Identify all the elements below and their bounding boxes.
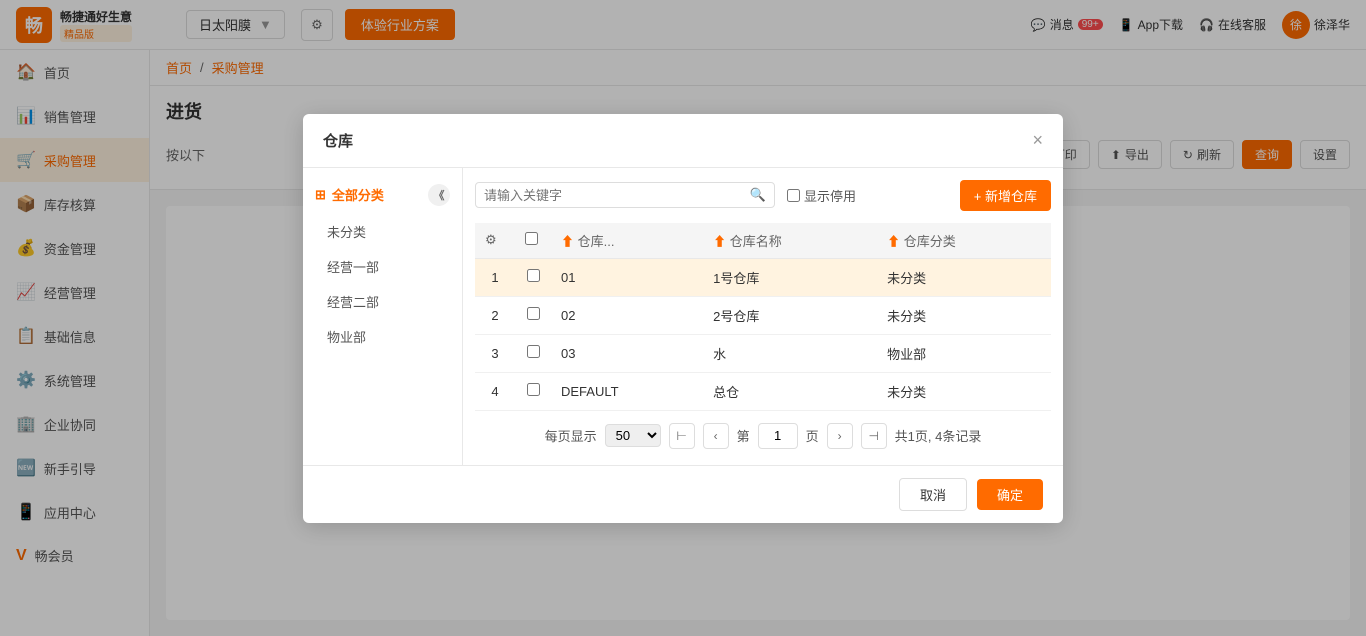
total-info: 共1页, 4条记录 <box>895 426 982 445</box>
row-code: 03 <box>551 334 703 372</box>
col-check-header <box>515 223 551 259</box>
row-index: 3 <box>475 334 515 372</box>
row-name: 水 <box>703 334 877 372</box>
collapse-icon: 《 <box>434 187 445 203</box>
collapse-button[interactable]: 《 <box>428 184 450 206</box>
table-body: 1 01 1号仓库 未分类 2 02 2号仓库 <box>475 258 1051 410</box>
show-disabled-label[interactable]: 显示停用 <box>787 186 856 205</box>
table-head: ⚙ ⬆ 仓库... ⬆ <box>475 223 1051 259</box>
warehouse-table: ⚙ ⬆ 仓库... ⬆ <box>475 223 1051 411</box>
modal-footer: 取消 确定 <box>303 465 1063 523</box>
prev-page-button[interactable]: ‹ <box>703 423 729 449</box>
table-row[interactable]: 1 01 1号仓库 未分类 <box>475 258 1051 296</box>
confirm-button[interactable]: 确定 <box>977 479 1043 510</box>
search-icon[interactable]: 🔍 <box>750 187 766 203</box>
row-check[interactable] <box>515 372 551 410</box>
table-panel: 🔍 显示停用 + 新增仓库 ⚙ <box>463 168 1063 465</box>
row-code: DEFAULT <box>551 372 703 410</box>
per-page-label: 每页显示 <box>545 426 597 445</box>
row-name: 总仓 <box>703 372 877 410</box>
sort-icon: ⬆ <box>561 234 574 249</box>
page-unit: 页 <box>806 426 819 445</box>
warehouse-modal: 仓库 × ⊞ 全部分类 《 未分类 经营一部 经营二部 物业部 <box>303 114 1063 523</box>
first-page-button[interactable]: ⊢ <box>669 423 695 449</box>
sort-icon-name: ⬆ <box>713 234 726 249</box>
row-index: 4 <box>475 372 515 410</box>
row-category: 未分类 <box>877 258 1051 296</box>
last-page-button[interactable]: ⊣ <box>861 423 887 449</box>
table-header-row: ⚙ ⬆ 仓库... ⬆ <box>475 223 1051 259</box>
show-disabled-checkbox[interactable] <box>787 189 800 202</box>
category-item-uncat[interactable]: 未分类 <box>303 214 462 249</box>
select-all-checkbox[interactable] <box>525 232 538 245</box>
table-row[interactable]: 4 DEFAULT 总仓 未分类 <box>475 372 1051 410</box>
category-panel: ⊞ 全部分类 《 未分类 经营一部 经营二部 物业部 <box>303 168 463 465</box>
modal-title: 仓库 <box>323 130 353 151</box>
row-category: 未分类 <box>877 372 1051 410</box>
row-name: 2号仓库 <box>703 296 877 334</box>
row-index: 2 <box>475 296 515 334</box>
modal-overlay[interactable]: 仓库 × ⊞ 全部分类 《 未分类 经营一部 经营二部 物业部 <box>0 0 1366 636</box>
col-code-header: ⬆ 仓库... <box>551 223 703 259</box>
col-name-header: ⬆ 仓库名称 <box>703 223 877 259</box>
page-input[interactable] <box>758 423 798 449</box>
pagination: 每页显示 50 100 200 ⊢ ‹ 第 页 › ⊣ 共1页, 4条记录 <box>475 411 1051 453</box>
next-page-button[interactable]: › <box>827 423 853 449</box>
page-label: 第 <box>737 426 750 445</box>
search-box: 🔍 <box>475 182 775 208</box>
row-check[interactable] <box>515 334 551 372</box>
modal-body: ⊞ 全部分类 《 未分类 经营一部 经营二部 物业部 🔍 <box>303 168 1063 465</box>
table-row[interactable]: 2 02 2号仓库 未分类 <box>475 296 1051 334</box>
all-categories-item[interactable]: ⊞ 全部分类 《 <box>303 176 462 214</box>
table-toolbar: 🔍 显示停用 + 新增仓库 <box>475 180 1051 211</box>
cancel-button[interactable]: 取消 <box>899 478 967 511</box>
table-row[interactable]: 3 03 水 物业部 <box>475 334 1051 372</box>
row-check[interactable] <box>515 296 551 334</box>
sort-icon-cat: ⬆ <box>887 234 900 249</box>
row-category: 未分类 <box>877 296 1051 334</box>
row-code: 01 <box>551 258 703 296</box>
category-item-biz2[interactable]: 经营二部 <box>303 284 462 319</box>
row-index: 1 <box>475 258 515 296</box>
row-code: 02 <box>551 296 703 334</box>
row-check[interactable] <box>515 258 551 296</box>
modal-close-button[interactable]: × <box>1032 130 1043 151</box>
add-warehouse-button[interactable]: + 新增仓库 <box>960 180 1051 211</box>
col-gear-header: ⚙ <box>475 223 515 259</box>
per-page-select[interactable]: 50 100 200 <box>605 424 661 447</box>
grid-icon: ⊞ <box>315 187 326 203</box>
table-scroll[interactable]: ⚙ ⬆ 仓库... ⬆ <box>475 223 1051 411</box>
search-input[interactable] <box>484 188 750 203</box>
category-item-prop[interactable]: 物业部 <box>303 319 462 354</box>
row-name: 1号仓库 <box>703 258 877 296</box>
row-category: 物业部 <box>877 334 1051 372</box>
all-categories-label: 全部分类 <box>332 185 384 204</box>
category-item-biz1[interactable]: 经营一部 <box>303 249 462 284</box>
col-category-header: ⬆ 仓库分类 <box>877 223 1051 259</box>
modal-header: 仓库 × <box>303 114 1063 168</box>
